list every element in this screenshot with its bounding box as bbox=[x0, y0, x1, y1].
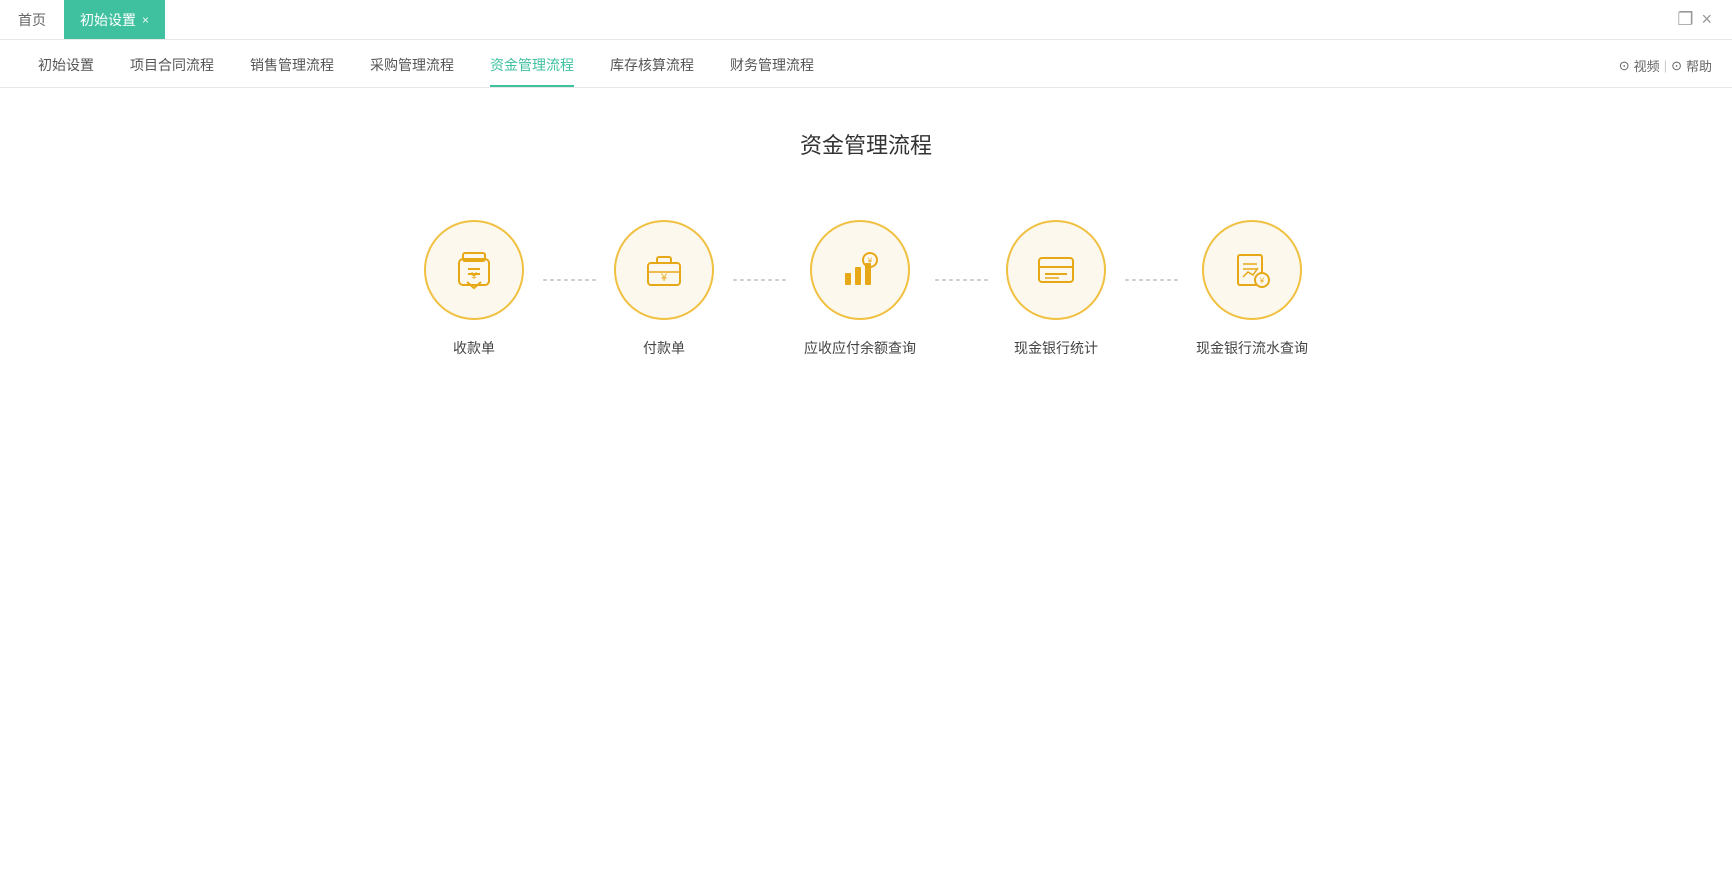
page-title: 资金管理流程 bbox=[800, 128, 932, 160]
flow-item-shoukuan[interactable]: ¥ 收款单 bbox=[424, 220, 524, 358]
nav-item-purchase[interactable]: 采购管理流程 bbox=[352, 55, 472, 87]
flow-label-fukuan: 付款单 bbox=[643, 338, 685, 358]
video-icon: ⊙ bbox=[1619, 58, 1630, 74]
svg-text:¥: ¥ bbox=[660, 272, 668, 284]
help-link[interactable]: 帮助 bbox=[1686, 56, 1712, 75]
svg-text:¥: ¥ bbox=[1259, 277, 1265, 286]
nav-right-links: ⊙ 视频 | ⊙ 帮助 bbox=[1619, 56, 1712, 87]
nav-item-sales[interactable]: 销售管理流程 bbox=[232, 55, 352, 87]
nav-item-inventory[interactable]: 库存核算流程 bbox=[592, 55, 712, 87]
close-icon[interactable]: × bbox=[142, 13, 149, 27]
home-tab[interactable]: 首页 bbox=[0, 0, 64, 39]
flow-item-xianjin[interactable]: 现金银行统计 bbox=[1006, 220, 1106, 358]
close-window-icon[interactable]: × bbox=[1701, 9, 1712, 30]
flow-connector-3 bbox=[916, 279, 1006, 299]
svg-text:¥: ¥ bbox=[867, 257, 873, 266]
flow-circle-shoukuan: ¥ bbox=[424, 220, 524, 320]
initial-setup-tab[interactable]: 初始设置 × bbox=[64, 0, 165, 39]
flow-connector-4 bbox=[1106, 279, 1196, 299]
top-bar: 首页 初始设置 × ❐ × bbox=[0, 0, 1732, 40]
flow-circle-xianjin bbox=[1006, 220, 1106, 320]
flow-item-fukuan[interactable]: ¥ 付款单 bbox=[614, 220, 714, 358]
flow-label-liushui: 现金银行流水查询 bbox=[1196, 338, 1308, 358]
flow-label-yingshou: 应收应付余额查询 bbox=[804, 338, 916, 358]
divider: | bbox=[1664, 58, 1667, 73]
video-link[interactable]: 视频 bbox=[1634, 56, 1660, 75]
main-content: 资金管理流程 ¥ 收款单 bbox=[0, 88, 1732, 358]
help-icon: ⊙ bbox=[1671, 58, 1682, 74]
initial-setup-tab-label: 初始设置 bbox=[80, 10, 136, 30]
nav-bar: 初始设置 项目合同流程 销售管理流程 采购管理流程 资金管理流程 库存核算流程 … bbox=[0, 40, 1732, 88]
flow-connector-1 bbox=[524, 279, 614, 299]
flow-row: ¥ 收款单 ¥ bbox=[424, 220, 1308, 358]
flow-circle-fukuan: ¥ bbox=[614, 220, 714, 320]
flow-item-yingshou[interactable]: ¥ 应收应付余额查询 bbox=[804, 220, 916, 358]
flow-connector-2 bbox=[714, 279, 804, 299]
flow-circle-liushui: ¥ bbox=[1202, 220, 1302, 320]
flow-circle-yingshou: ¥ bbox=[810, 220, 910, 320]
nav-item-project[interactable]: 项目合同流程 bbox=[112, 55, 232, 87]
nav-item-funds[interactable]: 资金管理流程 bbox=[472, 55, 592, 87]
flow-label-xianjin: 现金银行统计 bbox=[1014, 338, 1098, 358]
window-controls: ❐ × bbox=[1677, 9, 1732, 30]
restore-icon[interactable]: ❐ bbox=[1677, 9, 1693, 30]
svg-text:¥: ¥ bbox=[470, 271, 477, 282]
flow-label-shoukuan: 收款单 bbox=[453, 338, 495, 358]
nav-item-initial[interactable]: 初始设置 bbox=[20, 55, 112, 87]
flow-item-liushui[interactable]: ¥ 现金银行流水查询 bbox=[1196, 220, 1308, 358]
nav-item-finance[interactable]: 财务管理流程 bbox=[712, 55, 832, 87]
